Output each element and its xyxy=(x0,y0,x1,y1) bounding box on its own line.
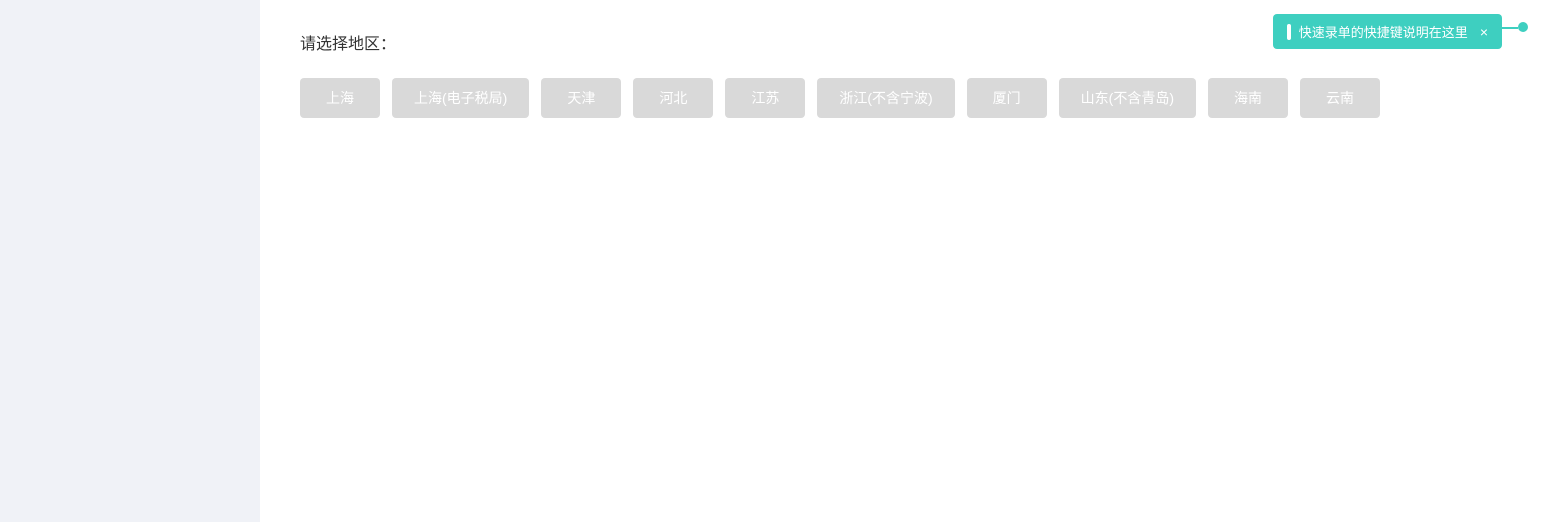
region-button-yunnan[interactable]: 云南 xyxy=(1300,78,1380,118)
region-button-tianjin[interactable]: 天津 xyxy=(541,78,621,118)
region-button-shandong[interactable]: 山东(不含青岛) xyxy=(1059,78,1196,118)
region-button-shanghai-etax[interactable]: 上海(电子税局) xyxy=(392,78,529,118)
region-buttons: 上海上海(电子税局) 天津河北江苏浙江(不含宁波) 厦门山东(不含青岛) 海南云南 xyxy=(300,78,1522,118)
tooltip-banner: 快速录单的快捷键说明在这里 × xyxy=(1273,14,1502,49)
region-button-zhejiang[interactable]: 浙江(不含宁波) xyxy=(817,78,954,118)
region-button-shanghai[interactable]: 上海 xyxy=(300,78,380,118)
sidebar xyxy=(0,0,260,522)
close-icon[interactable]: × xyxy=(1480,24,1488,40)
region-button-jiangsu[interactable]: 江苏 xyxy=(725,78,805,118)
tooltip-dot xyxy=(1518,22,1528,32)
main-content: 请选择地区： 上海上海(电子税局)天津河北江苏浙江(不含宁波)厦门山东(不含青岛… xyxy=(260,0,1562,522)
region-button-hebei[interactable]: 河北 xyxy=(633,78,713,118)
tooltip-line xyxy=(1498,27,1518,29)
tooltip-bar xyxy=(1287,24,1291,40)
region-button-xiamen[interactable]: 厦门 xyxy=(967,78,1047,118)
tooltip-text: 快速录单的快捷键说明在这里 xyxy=(1299,22,1468,41)
region-button-hainan[interactable]: 海南 xyxy=(1208,78,1288,118)
